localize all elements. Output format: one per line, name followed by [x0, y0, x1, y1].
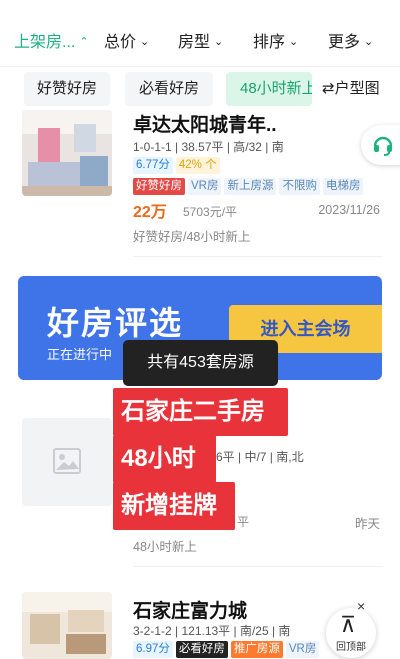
headset-icon	[373, 136, 393, 156]
listing-tag-row: 好赞好房 VR房 新上房源 不限购 电梯房	[133, 178, 366, 195]
layout-plan-toggle[interactable]: ⇄户型图	[320, 72, 390, 106]
overlay-label-city: 石家庄二手房	[113, 388, 288, 436]
listing-meta: 3-2-1-2 | 121.13平 | 南/25 | 南	[133, 624, 291, 638]
banner-title: 好房评选	[47, 305, 184, 341]
listing-meta: 6平 | 中/7 | 南,北	[216, 450, 304, 464]
listing-photo	[22, 592, 112, 659]
chevron-down-icon: ⌄	[140, 36, 150, 48]
filter-label: 总价	[104, 34, 137, 51]
room-photo-image	[22, 110, 112, 196]
filter-bar: 上架房... ⌃ 总价 ⌄ 房型 ⌄ 排序 ⌄ 更多 ⌄	[0, 0, 400, 78]
filter-label: 排序	[253, 34, 286, 51]
arrow-up-icon: ⊼	[340, 612, 357, 637]
divider	[133, 566, 383, 567]
quick-tag-good-house[interactable]: 好赞好房	[24, 72, 110, 106]
listing-unit-price: 5703元/平	[183, 205, 238, 219]
tag-vr: VR房	[285, 641, 320, 658]
score-badge: 6.77分	[133, 157, 173, 174]
tag-good-house: 好赞好房	[133, 178, 185, 195]
chevron-down-icon: ⌄	[214, 36, 224, 48]
customer-service-button[interactable]	[361, 125, 400, 165]
tag-elevator: 电梯房	[322, 178, 364, 195]
listing-photo	[22, 110, 112, 196]
swap-arrows-icon: ⇄	[322, 80, 335, 97]
listing-title: 卓达太阳城青年..	[133, 115, 277, 136]
layout-plan-label: 户型图	[334, 80, 380, 97]
divider	[0, 66, 400, 67]
listing-price: 22万	[133, 204, 167, 221]
room-photo-image	[22, 592, 112, 659]
chevron-down-icon: ⌄	[289, 36, 299, 48]
quick-tag-must-see[interactable]: 必看好房	[125, 72, 213, 106]
filter-room-type[interactable]: 房型 ⌄	[178, 28, 223, 52]
tag-promoted: 推广房源	[230, 641, 283, 658]
listing-unit-price: 平	[237, 515, 250, 529]
tag-vr: VR房	[188, 178, 222, 195]
listing-score-row: 6.77分 42% 个	[133, 157, 223, 174]
listing-meta: 1-0-1-1 | 38.57平 | 高/32 | 南	[133, 140, 284, 154]
listing-note: 48小时新上	[133, 540, 197, 554]
tag-new-listing: 新上房源	[224, 178, 277, 195]
close-icon[interactable]: ×	[357, 598, 365, 614]
back-to-top-label: 回顶部	[336, 642, 366, 653]
quick-tag-48h-new[interactable]: 48小时新上	[226, 72, 312, 106]
filter-label: 房型	[178, 34, 211, 51]
filter-listing-time[interactable]: 上架房... ⌃	[14, 28, 89, 52]
chevron-down-icon: ⌄	[364, 36, 374, 48]
filter-total-price[interactable]: 总价 ⌄	[104, 28, 149, 52]
overlay-label-new: 新增挂牌	[113, 482, 235, 530]
back-to-top-button[interactable]: ⊼ 回顶部	[326, 608, 376, 658]
listing-title: 石家庄富力城	[133, 601, 248, 622]
image-placeholder-icon	[53, 448, 81, 474]
score-badge: 6.97分	[133, 641, 173, 658]
filter-label: 更多	[328, 34, 361, 51]
percent-badge: 42% 个	[175, 157, 220, 174]
listing-date: 昨天	[354, 517, 380, 531]
filter-more[interactable]: 更多 ⌄	[328, 28, 373, 52]
chevron-up-icon: ⌃	[79, 36, 89, 48]
listing-count-tooltip: 共有453套房源	[123, 340, 278, 386]
listing-tag-row: 6.97分 必看好房 推广房源 VR房	[133, 641, 322, 658]
tag-must-see: 必看好房	[175, 641, 228, 658]
banner-subtitle: 正在进行中	[47, 347, 113, 362]
filter-label: 上架房...	[14, 34, 76, 51]
filter-sort[interactable]: 排序 ⌄	[253, 28, 298, 52]
listing-photo-placeholder	[22, 418, 112, 506]
listing-date: 2023/11/26	[318, 203, 380, 217]
tag-no-limit: 不限购	[279, 178, 320, 195]
listing-note: 好赞好房/48小时新上	[133, 230, 251, 244]
divider	[133, 256, 383, 257]
overlay-label-48h: 48小时	[113, 435, 216, 483]
